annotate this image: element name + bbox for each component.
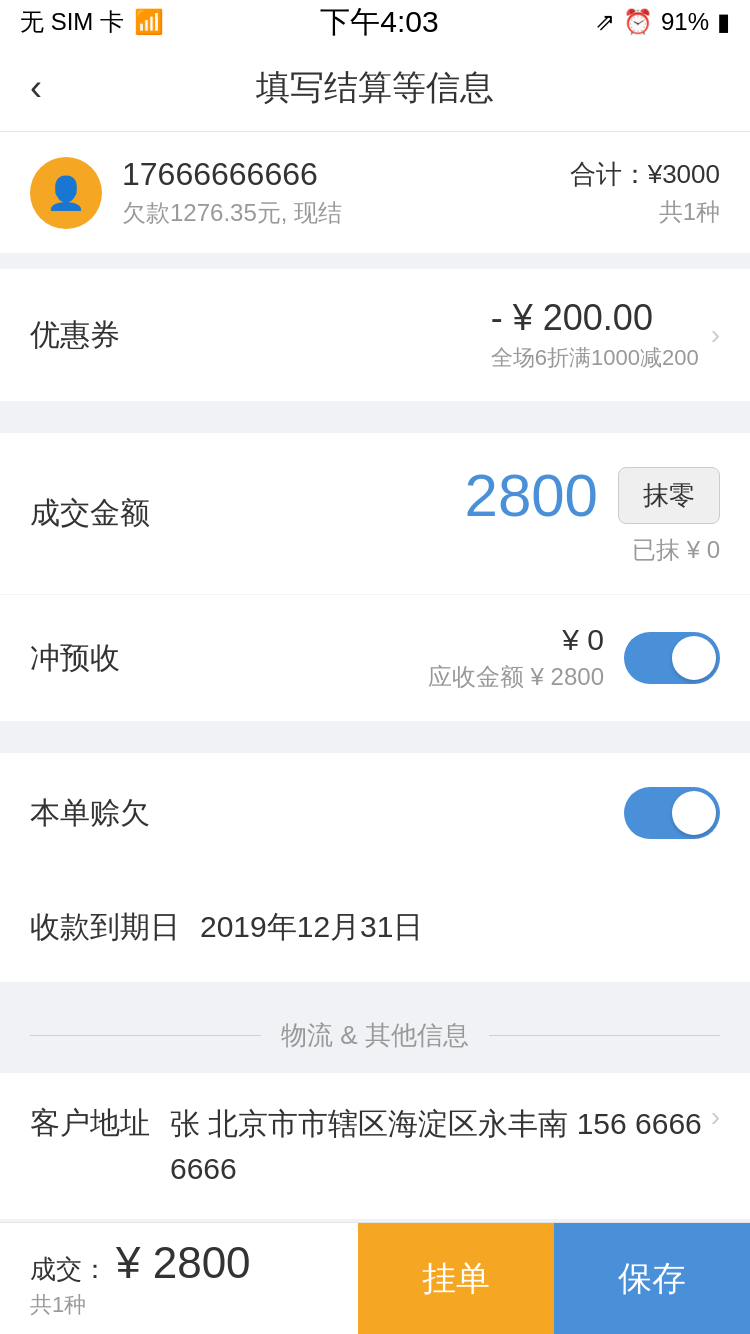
bottom-bar: 成交： ¥ 2800 共1种 挂单 保存 — [0, 1222, 750, 1334]
status-left: 无 SIM 卡 📶 — [20, 6, 164, 38]
due-date-value: 2019年12月31日 — [200, 907, 423, 948]
prereceive-right: ¥ 0 应收金额 ¥ 2800 — [428, 623, 720, 693]
coupon-info: - ¥ 200.00 全场6折满1000减200 — [491, 297, 699, 373]
back-button[interactable]: ‹ — [30, 70, 42, 106]
due-date-row: 收款到期日 2019年12月31日 — [0, 873, 750, 982]
customer-card: 👤 17666666666 欠款1276.35元, 现结 合计：¥3000 共1… — [0, 132, 750, 253]
sim-label: 无 SIM 卡 — [20, 6, 124, 38]
location-icon: ⇗ — [595, 8, 615, 36]
deal-amount-right: 2800 抹零 已抹 ¥ 0 — [465, 461, 720, 566]
avatar-icon: 👤 — [46, 174, 86, 212]
nav-bar: ‹ 填写结算等信息 — [0, 44, 750, 132]
status-right: ⇗ ⏰ 91% ▮ — [595, 8, 730, 36]
customer-right: 合计：¥3000 共1种 — [570, 157, 720, 228]
logistics-divider-text: 物流 & 其他信息 — [281, 1018, 469, 1053]
status-time: 下午4:03 — [320, 2, 438, 43]
prereceive-row: 冲预收 ¥ 0 应收金额 ¥ 2800 — [0, 595, 750, 721]
customer-sub: 欠款1276.35元, 现结 — [122, 197, 342, 229]
total-count: 共1种 — [570, 196, 720, 228]
address-chevron-icon: › — [711, 1101, 720, 1133]
bad-debt-row: 本单赊欠 — [0, 753, 750, 873]
prereceive-sub: 应收金额 ¥ 2800 — [428, 661, 604, 693]
battery-label: 91% — [661, 8, 709, 36]
section-divider-2 — [0, 737, 750, 753]
deal-amount-sub: 已抹 ¥ 0 — [632, 534, 720, 566]
hang-order-button[interactable]: 挂单 — [358, 1223, 554, 1335]
deal-amount-label: 成交金额 — [30, 493, 150, 534]
divider-line-left — [30, 1035, 261, 1036]
address-value: 张 北京市市辖区海淀区永丰南 156 6666 6666 — [170, 1101, 711, 1191]
bottom-deal-label: 成交： — [30, 1252, 108, 1287]
section-divider-1 — [0, 417, 750, 433]
deal-amount-value: 2800 — [465, 461, 598, 530]
chevron-right-icon: › — [711, 319, 720, 351]
customer-phone: 17666666666 — [122, 156, 342, 193]
alarm-icon: ⏰ — [623, 8, 653, 36]
customer-info: 17666666666 欠款1276.35元, 现结 — [122, 156, 342, 229]
address-label: 客户地址 — [30, 1103, 150, 1144]
total-label: 合计：¥3000 — [570, 157, 720, 192]
coupon-label: 优惠券 — [30, 315, 120, 356]
prereceive-label: 冲预收 — [30, 638, 120, 679]
coupon-row[interactable]: 优惠券 - ¥ 200.00 全场6折满1000减200 › — [0, 269, 750, 401]
logistics-divider: 物流 & 其他信息 — [0, 998, 750, 1073]
save-button[interactable]: 保存 — [554, 1223, 750, 1335]
deal-amount-value-area: 2800 抹零 — [465, 461, 720, 530]
status-bar: 无 SIM 卡 📶 下午4:03 ⇗ ⏰ 91% ▮ — [0, 0, 750, 44]
bottom-count: 共1种 — [30, 1290, 328, 1320]
address-row[interactable]: 客户地址 张 北京市市辖区海淀区永丰南 156 6666 6666 › — [0, 1073, 750, 1219]
page-title: 填写结算等信息 — [256, 65, 494, 111]
bottom-left: 成交： ¥ 2800 共1种 — [0, 1238, 358, 1320]
bad-debt-label: 本单赊欠 — [30, 793, 150, 834]
content-area: 👤 17666666666 欠款1276.35元, 现结 合计：¥3000 共1… — [0, 132, 750, 1334]
due-date-label: 收款到期日 — [30, 907, 180, 948]
coupon-right: - ¥ 200.00 全场6折满1000减200 › — [491, 297, 720, 373]
divider-line-right — [489, 1035, 720, 1036]
customer-left: 👤 17666666666 欠款1276.35元, 现结 — [30, 156, 342, 229]
deal-amount-section: 成交金额 2800 抹零 已抹 ¥ 0 冲预收 ¥ 0 应收金额 ¥ 2800 — [0, 433, 750, 721]
bad-debt-toggle[interactable] — [624, 787, 720, 839]
round-zero-button[interactable]: 抹零 — [618, 467, 720, 524]
bottom-deal-row: 成交： ¥ 2800 — [30, 1238, 328, 1288]
coupon-desc: 全场6折满1000减200 — [491, 343, 699, 373]
prereceive-value: ¥ 0 — [428, 623, 604, 657]
deal-amount-row: 成交金额 2800 抹零 已抹 ¥ 0 — [0, 433, 750, 595]
battery-icon: ▮ — [717, 8, 730, 36]
coupon-discount: - ¥ 200.00 — [491, 297, 699, 339]
prereceive-toggle[interactable] — [624, 632, 720, 684]
wifi-icon: 📶 — [134, 8, 164, 36]
bottom-amount: ¥ 2800 — [116, 1238, 251, 1288]
avatar: 👤 — [30, 157, 102, 229]
prereceive-amount-area: ¥ 0 应收金额 ¥ 2800 — [428, 623, 604, 693]
